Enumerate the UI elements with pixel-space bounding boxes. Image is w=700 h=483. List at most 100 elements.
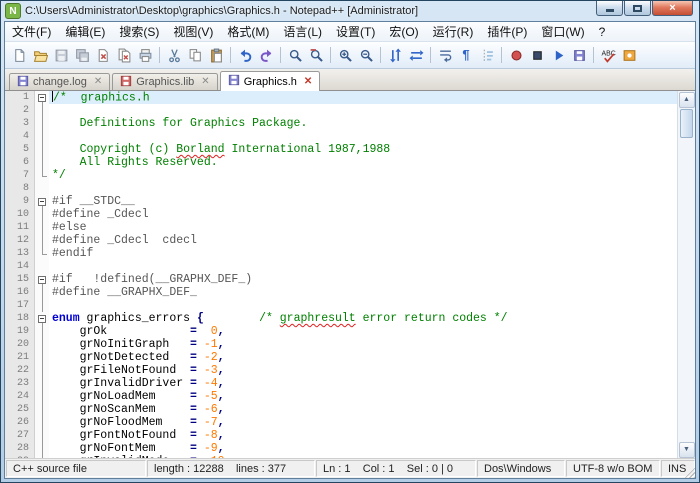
fold-collapse-icon[interactable] <box>35 195 49 208</box>
tab-change-log[interactable]: change.log ✕ <box>9 73 111 90</box>
code-line-22[interactable]: 22 grFileNotFound = -3, <box>5 364 677 377</box>
undo-icon[interactable] <box>235 45 255 65</box>
copy-icon[interactable] <box>185 45 205 65</box>
replace-icon[interactable] <box>306 45 326 65</box>
code-text[interactable] <box>49 104 677 117</box>
code-line-28[interactable]: 28 grNoFontMem = -9, <box>5 442 677 455</box>
code-line-15[interactable]: 15 #if !defined(__GRAPHX_DEF_) <box>5 273 677 286</box>
menu-item-3[interactable]: 视图(V) <box>166 22 220 41</box>
code-text[interactable]: #if !defined(__GRAPHX_DEF_) <box>49 273 677 286</box>
code-text[interactable]: grNoFloodMem = -7, <box>49 416 677 429</box>
code-text[interactable] <box>49 299 677 312</box>
code-text[interactable]: enum graphics_errors { /* graphresult er… <box>49 312 677 325</box>
code-line-24[interactable]: 24 grNoLoadMem = -5, <box>5 390 677 403</box>
code-text[interactable]: grOk = 0, <box>49 325 677 338</box>
code-line-21[interactable]: 21 grNotDetected = -2, <box>5 351 677 364</box>
code-text[interactable]: */ <box>49 169 677 182</box>
menu-item-6[interactable]: 设置(T) <box>329 22 382 41</box>
close-all-icon[interactable] <box>114 45 134 65</box>
menu-item-7[interactable]: 宏(O) <box>382 22 425 41</box>
new-file-icon[interactable] <box>9 45 29 65</box>
code-text[interactable]: grNoInitGraph = -1, <box>49 338 677 351</box>
code-text[interactable]: All Rights Reserved. <box>49 156 677 169</box>
code-line-19[interactable]: 19 grOk = 0, <box>5 325 677 338</box>
macro-stop-icon[interactable] <box>527 45 547 65</box>
code-line-5[interactable]: 5 Copyright (c) Borland International 19… <box>5 143 677 156</box>
print-icon[interactable] <box>135 45 155 65</box>
code-text[interactable]: #define _Cdecl cdecl <box>49 234 677 247</box>
code-line-18[interactable]: 18 enum graphics_errors { /* graphresult … <box>5 312 677 325</box>
code-line-8[interactable]: 8 <box>5 182 677 195</box>
status-encoding[interactable]: UTF-8 w/o BOM <box>566 460 660 477</box>
code-line-25[interactable]: 25 grNoScanMem = -6, <box>5 403 677 416</box>
code-line-2[interactable]: 2 <box>5 104 677 117</box>
menu-item-4[interactable]: 格式(M) <box>220 22 276 41</box>
redo-icon[interactable] <box>256 45 276 65</box>
scroll-up-button[interactable]: ▲ <box>678 91 695 108</box>
macro-play-icon[interactable] <box>548 45 568 65</box>
minimize-button[interactable] <box>596 1 623 16</box>
code-line-6[interactable]: 6 All Rights Reserved. <box>5 156 677 169</box>
status-eol-format[interactable]: Dos\Windows <box>477 460 565 477</box>
tab-close-icon[interactable]: ✕ <box>94 77 102 87</box>
paste-icon[interactable] <box>206 45 226 65</box>
code-text[interactable]: grNoLoadMem = -5, <box>49 390 677 403</box>
code-line-14[interactable]: 14 <box>5 260 677 273</box>
menu-item-8[interactable]: 运行(R) <box>426 22 481 41</box>
scroll-down-button[interactable]: ▼ <box>678 441 695 458</box>
code-line-3[interactable]: 3 Definitions for Graphics Package. <box>5 117 677 130</box>
zoom-in-icon[interactable] <box>335 45 355 65</box>
code-text[interactable]: grFontNotFound = -8, <box>49 429 677 442</box>
code-line-1[interactable]: 1 /* graphics.h <box>5 91 677 105</box>
menu-item-10[interactable]: 窗口(W) <box>534 22 591 41</box>
open-folder-icon[interactable] <box>30 45 50 65</box>
tab-close-icon[interactable]: ✕ <box>304 76 312 87</box>
fold-collapse-icon[interactable] <box>35 312 49 325</box>
code-text[interactable]: #define __GRAPHX_DEF_ <box>49 286 677 299</box>
fold-collapse-icon[interactable] <box>35 273 49 286</box>
code-text[interactable]: #if __STDC__ <box>49 195 677 208</box>
fold-collapse-icon[interactable] <box>35 91 49 104</box>
code-line-11[interactable]: 11 #else <box>5 221 677 234</box>
code-text[interactable]: grInvalidDriver = -4, <box>49 377 677 390</box>
scrollbar-track[interactable] <box>678 108 695 441</box>
code-line-7[interactable]: 7 */ <box>5 169 677 182</box>
code-text[interactable]: grNotDetected = -2, <box>49 351 677 364</box>
save-all-icon[interactable] <box>72 45 92 65</box>
code-text[interactable]: #define _Cdecl <box>49 208 677 221</box>
code-text[interactable]: #else <box>49 221 677 234</box>
sync-horizontal-icon[interactable] <box>406 45 426 65</box>
tab-graphics-h[interactable]: Graphics.h ✕ <box>219 71 321 91</box>
macro-save-icon[interactable] <box>569 45 589 65</box>
code-line-23[interactable]: 23 grInvalidDriver = -4, <box>5 377 677 390</box>
menu-item-0[interactable]: 文件(F) <box>5 22 58 41</box>
tab-graphics-lib[interactable]: Graphics.lib ✕ <box>112 73 218 90</box>
code-line-27[interactable]: 27 grFontNotFound = -8, <box>5 429 677 442</box>
code-text[interactable]: Definitions for Graphics Package. <box>49 117 677 130</box>
code-line-26[interactable]: 26 grNoFloodMem = -7, <box>5 416 677 429</box>
cut-icon[interactable] <box>164 45 184 65</box>
code-text[interactable]: grNoFontMem = -9, <box>49 442 677 455</box>
code-text[interactable]: /* graphics.h <box>49 91 677 105</box>
menu-item-9[interactable]: 插件(P) <box>480 22 534 41</box>
close-button[interactable]: × <box>652 1 693 16</box>
code-text[interactable] <box>49 182 677 195</box>
tab-close-icon[interactable]: ✕ <box>201 77 209 87</box>
close-icon[interactable] <box>93 45 113 65</box>
code-line-4[interactable]: 4 <box>5 130 677 143</box>
menu-item-5[interactable]: 语言(L) <box>276 22 329 41</box>
show-all-characters-icon[interactable]: ¶ <box>456 45 476 65</box>
menu-item-1[interactable]: 编辑(E) <box>58 22 112 41</box>
status-cursor-position[interactable]: Ln : 1 Col : 1 Sel : 0 | 0 <box>316 460 476 477</box>
find-icon[interactable] <box>285 45 305 65</box>
code-line-17[interactable]: 17 <box>5 299 677 312</box>
code-text[interactable]: #endif <box>49 247 677 260</box>
code-line-10[interactable]: 10 #define _Cdecl <box>5 208 677 221</box>
code-text[interactable]: grNoScanMem = -6, <box>49 403 677 416</box>
macro-record-icon[interactable] <box>506 45 526 65</box>
code-line-20[interactable]: 20 grNoInitGraph = -1, <box>5 338 677 351</box>
scrollbar-thumb[interactable] <box>680 109 693 138</box>
code-line-16[interactable]: 16 #define __GRAPHX_DEF_ <box>5 286 677 299</box>
vertical-scrollbar[interactable]: ▲ ▼ <box>677 91 695 458</box>
word-wrap-icon[interactable] <box>435 45 455 65</box>
